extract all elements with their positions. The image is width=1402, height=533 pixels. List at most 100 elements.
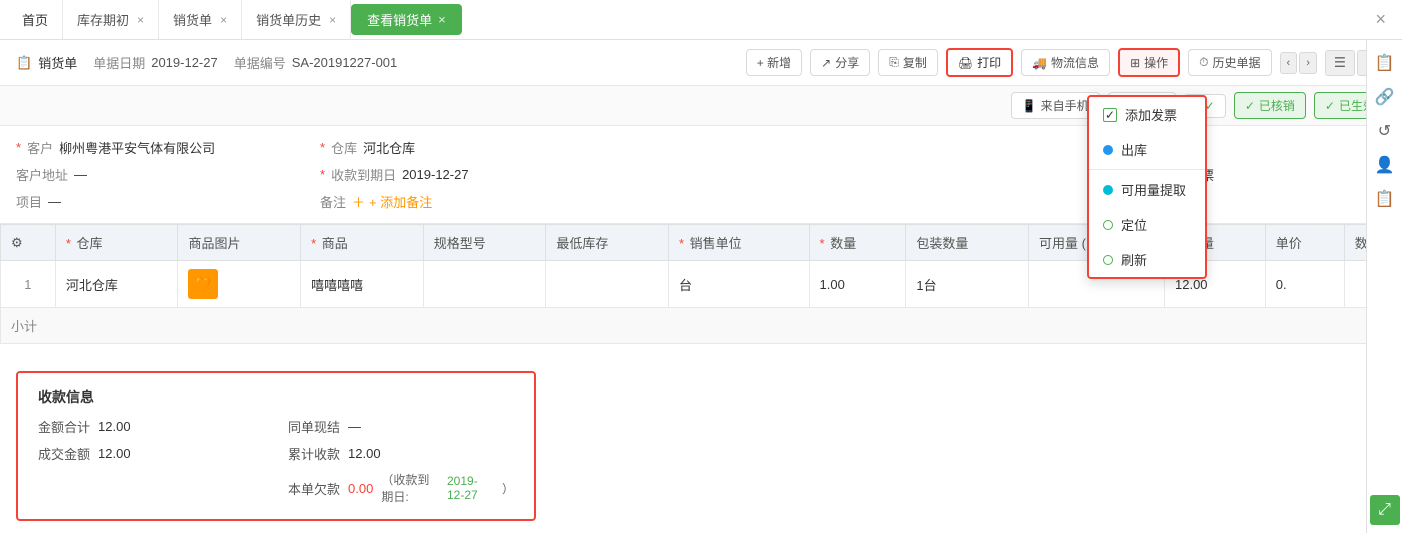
row-num: 1 — [1, 261, 56, 308]
customer-value: 柳州粤港平安气体有限公司 — [59, 138, 215, 157]
col-unit: * 销售单位 — [668, 225, 809, 261]
tab-inventory-init[interactable]: 库存期初 × — [63, 0, 159, 40]
sidebar-icon-doc[interactable]: 📋 — [1370, 48, 1400, 78]
col-warehouse: * 仓库 — [55, 225, 178, 261]
history-button[interactable]: ⏱ 历史单据 — [1188, 49, 1271, 76]
new-button[interactable]: + 新增 — [746, 49, 802, 76]
doc-header: 📋 销货单 单据日期 2019-12-27 单据编号 SA-20191227-0… — [0, 40, 1402, 86]
add-invoice-item[interactable]: ✓ 添加发票 — [1089, 97, 1205, 132]
row-package-qty: 1台 — [906, 261, 1029, 308]
grid-icon: ⊞ — [1130, 56, 1140, 70]
due-date-field: * 收款到期日 2019-12-27 — [320, 165, 600, 184]
due-date-value: 2019-12-27 — [402, 167, 469, 182]
copy-button[interactable]: ⎘ 复制 — [878, 49, 938, 76]
outbound-item[interactable]: 出库 — [1089, 132, 1205, 167]
tab-sales-history[interactable]: 销货单历史 × — [242, 0, 351, 40]
note-field: 备注 ＋ + 添加备注 — [320, 192, 600, 211]
window-close-button[interactable]: × — [1367, 9, 1394, 29]
tab-close-sales[interactable]: × — [220, 13, 227, 27]
deal-amount-value: 12.00 — [98, 446, 131, 461]
operate-dropdown: ✓ 添加发票 出库 可用量提取 定位 刷新 — [1087, 95, 1207, 279]
doc-number-field: 单据编号 SA-20191227-001 — [234, 53, 398, 72]
tab-close-view[interactable]: × — [438, 12, 446, 27]
cumulative-row: 累计收款 12.00 — [288, 444, 514, 463]
print-icon: 🖨 — [958, 56, 973, 70]
sidebar-icon-refresh[interactable]: ↺ — [1370, 116, 1400, 146]
nav-arrows: ‹ › — [1280, 52, 1317, 74]
sidebar-icon-copy2[interactable]: 📋 — [1370, 184, 1400, 214]
subtotal-label: 小计 — [1, 308, 1402, 344]
truck-icon: 🚚 — [1032, 56, 1047, 70]
payment-section: 收款信息 金额合计 12.00 同单现结 — 成交金额 12.00 累计收款 1… — [16, 371, 536, 521]
row-price: 0. — [1265, 261, 1344, 308]
plus-icon: ＋ — [352, 192, 365, 211]
amount-total-row: 金额合计 12.00 — [38, 417, 264, 436]
sidebar-icon-user[interactable]: 👤 — [1370, 150, 1400, 180]
sidebar-icon-link[interactable]: 🔗 — [1370, 82, 1400, 112]
logistics-button[interactable]: 🚚 物流信息 — [1021, 49, 1110, 76]
address-value: — — [74, 167, 87, 182]
row-quantity: 1.00 — [809, 261, 906, 308]
col-settings[interactable]: ⚙ — [1, 225, 56, 261]
col-product-img: 商品图片 — [178, 225, 301, 261]
col-price: 单价 — [1265, 225, 1344, 261]
print-button[interactable]: 🖨 打印 — [946, 48, 1013, 77]
tab-sales-order[interactable]: 销货单 × — [159, 0, 242, 40]
operate-button[interactable]: ⊞ 操作 — [1118, 48, 1180, 77]
right-sidebar: 📋 🔗 ↺ 👤 📋 ⤢ — [1366, 40, 1402, 533]
tab-close-history[interactable]: × — [329, 13, 336, 27]
dropdown-divider — [1089, 169, 1205, 170]
row-unit: 台 — [668, 261, 809, 308]
arrears-value: 0.00 — [348, 481, 373, 496]
subtotal-row: 小计 — [1, 308, 1402, 344]
col-spec: 规格型号 — [423, 225, 546, 261]
prev-button[interactable]: ‹ — [1280, 52, 1298, 74]
share-button[interactable]: ↗ 分享 — [810, 49, 870, 76]
transaction-value: — — [348, 419, 361, 434]
doc-type-label: 销货单 — [38, 53, 77, 72]
transaction-row: 同单现结 — — [288, 417, 514, 436]
refresh-item[interactable]: 刷新 — [1089, 242, 1205, 277]
date-label: 单据日期 — [93, 53, 145, 72]
arrears-due-date: 2019-12-27 — [447, 474, 494, 502]
tab-close-inventory[interactable]: × — [137, 13, 144, 27]
col-product: * 商品 — [301, 225, 424, 261]
customer-field: * 客户 柳州粤港平安气体有限公司 — [16, 138, 296, 157]
arrears-close-paren: ） — [502, 480, 514, 497]
outbound-icon — [1103, 145, 1113, 155]
check-cancelled-icon: ✓ — [1245, 99, 1255, 113]
address-field: 客户地址 — — [16, 165, 296, 184]
already-cancelled-badge[interactable]: ✓ 已核销 — [1234, 92, 1306, 119]
list-view-button[interactable]: ☰ — [1325, 50, 1355, 76]
sales-order-icon: 📋 — [16, 55, 32, 71]
project-value: — — [48, 194, 61, 209]
sidebar-icon-expand[interactable]: ⤢ — [1370, 495, 1400, 525]
cumulative-value: 12.00 — [348, 446, 381, 461]
refresh-icon — [1103, 255, 1113, 265]
project-field: 项目 — — [16, 192, 296, 211]
tab-home[interactable]: 首页 — [8, 0, 63, 40]
number-value: SA-20191227-001 — [292, 55, 398, 70]
doc-meta: 单据日期 2019-12-27 单据编号 SA-20191227-001 — [93, 53, 730, 72]
tab-bar: 首页 库存期初 × 销货单 × 销货单历史 × 查看销货单 × × — [0, 0, 1402, 40]
copy-icon: ⎘ — [889, 55, 899, 70]
locate-item[interactable]: 定位 — [1089, 207, 1205, 242]
tab-view-sales[interactable]: 查看销货单 × — [351, 4, 462, 35]
row-spec — [423, 261, 546, 308]
doc-actions: + 新增 ↗ 分享 ⎘ 复制 🖨 打印 🚚 物流信息 ⊞ 操作 ⏱ — [746, 48, 1386, 77]
warehouse-field: * 仓库 河北仓库 — [320, 138, 600, 157]
add-invoice-icon: ✓ — [1103, 108, 1117, 122]
phone-icon: 📱 — [1022, 99, 1037, 113]
share-icon: ↗ — [821, 56, 831, 70]
col-quantity: * 数量 — [809, 225, 906, 261]
add-note-button[interactable]: ＋ + 添加备注 — [352, 192, 432, 211]
payment-grid: 金额合计 12.00 同单现结 — 成交金额 12.00 累计收款 12.00 … — [38, 417, 514, 505]
next-button[interactable]: › — [1299, 52, 1317, 74]
available-qty-icon — [1103, 185, 1113, 195]
row-product-img: 🧡 — [178, 261, 301, 308]
history-icon: ⏱ — [1199, 55, 1208, 70]
doc-title: 📋 销货单 — [16, 53, 77, 72]
doc-date-field: 单据日期 2019-12-27 — [93, 53, 218, 72]
available-qty-item[interactable]: 可用量提取 — [1089, 172, 1205, 207]
payment-title: 收款信息 — [38, 387, 514, 407]
